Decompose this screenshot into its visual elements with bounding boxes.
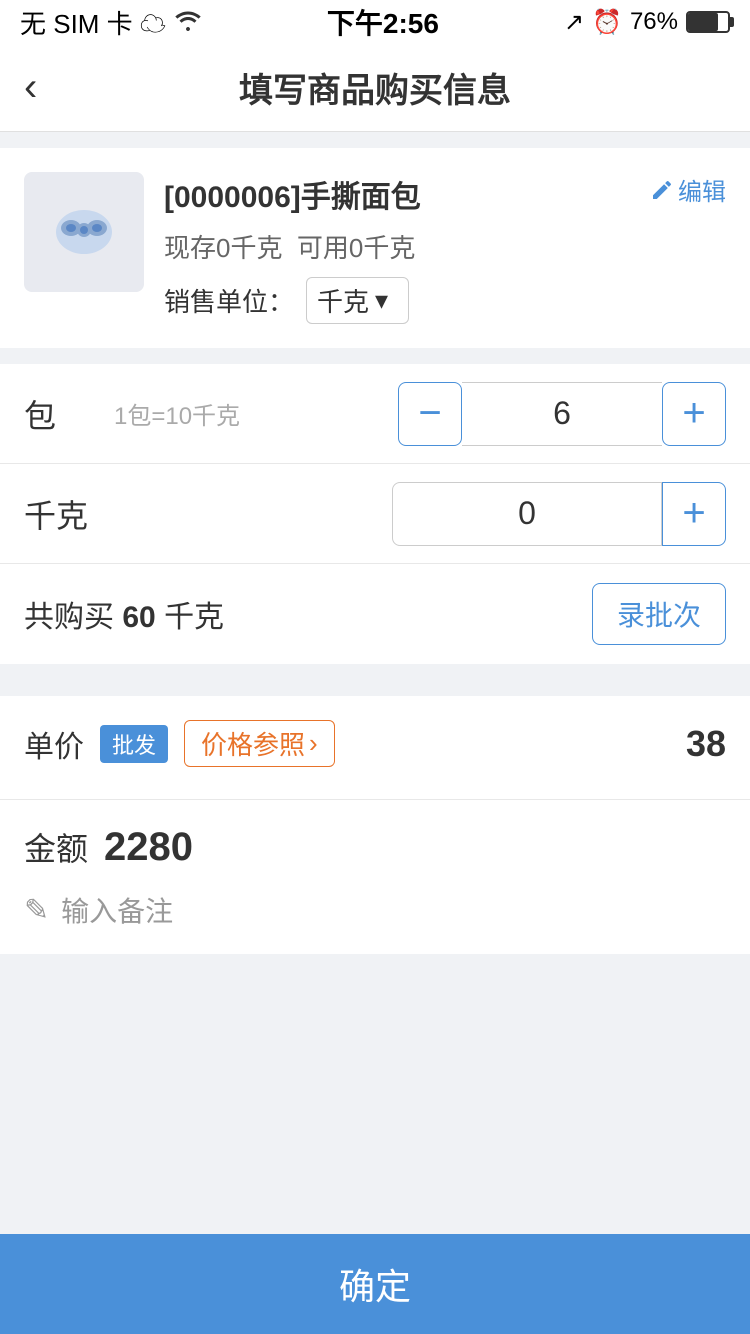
alarm-icon: ⏰ — [592, 8, 622, 37]
nav-bar: ‹ 填写商品购买信息 — [0, 44, 750, 132]
price-tag: 批发 — [100, 725, 168, 763]
product-name: [0000006]手撕面包 — [164, 172, 421, 216]
product-card: [0000006]手撕面包 编辑 现存0千克 可用0千克 销售单位： 千克 ▾ — [0, 148, 750, 348]
price-row: 单价 批发 价格参照 › 38 — [24, 720, 726, 767]
chevron-down-icon: ▾ — [375, 285, 388, 316]
kg-label: 千克 — [24, 491, 104, 537]
page-title: 填写商品购买信息 — [239, 63, 511, 112]
edit-button[interactable]: 编辑 — [650, 172, 726, 207]
kg-qty-input[interactable] — [392, 482, 662, 546]
kg-qty-control: + — [392, 482, 726, 546]
total-amount: 60 — [122, 601, 164, 634]
product-unit-row: 销售单位： 千克 ▾ — [164, 277, 726, 324]
amount-value: 2280 — [104, 825, 193, 870]
product-image — [24, 172, 144, 292]
price-section: 单价 批发 价格参照 › 38 — [0, 696, 750, 799]
bottom-spacer — [0, 954, 750, 1254]
amount-label: 金额 — [24, 824, 88, 870]
no-sim-label: 无 SIM 卡 ☁ — [20, 4, 166, 41]
price-value: 38 — [686, 723, 726, 765]
bao-minus-button[interactable]: − — [398, 382, 462, 446]
price-label: 单价 — [24, 722, 84, 766]
kg-plus-button[interactable]: + — [662, 482, 726, 546]
note-placeholder: 输入备注 — [61, 890, 173, 930]
status-bar: 无 SIM 卡 ☁ 下午2:56 ↗ ⏰ 76% — [0, 0, 750, 44]
wifi-icon — [174, 7, 202, 38]
product-stock: 现存0千克 可用0千克 — [164, 228, 726, 265]
battery-percent: 76% — [630, 8, 678, 36]
chevron-right-icon: › — [309, 728, 318, 759]
unit-select[interactable]: 千克 ▾ — [306, 277, 409, 324]
product-info: [0000006]手撕面包 编辑 现存0千克 可用0千克 销售单位： 千克 ▾ — [164, 172, 726, 324]
status-right: ↗ ⏰ 76% — [564, 8, 730, 37]
amount-row: 金额 2280 — [24, 824, 726, 870]
location-icon: ↗ — [564, 8, 584, 37]
price-ref-button[interactable]: 价格参照 › — [184, 720, 335, 767]
bao-hint: 1包=10千克 — [114, 396, 398, 431]
product-name-row: [0000006]手撕面包 编辑 — [164, 172, 726, 216]
bao-plus-button[interactable]: + — [662, 382, 726, 446]
confirm-bar[interactable]: 确定 — [0, 1234, 750, 1334]
unit-label: 销售单位： — [164, 282, 294, 319]
battery-icon — [686, 11, 730, 33]
input-section: 包 1包=10千克 − + 千克 + — [0, 364, 750, 564]
batch-button[interactable]: 录批次 — [592, 583, 726, 645]
pencil-icon: ✎ — [24, 893, 49, 928]
note-row[interactable]: ✎ 输入备注 — [24, 890, 726, 930]
bao-qty-control: − + — [398, 382, 726, 446]
back-button[interactable]: ‹ — [24, 65, 37, 110]
total-row: 共购买 60 千克 录批次 — [0, 564, 750, 664]
total-text: 共购买 60 千克 — [24, 592, 224, 636]
confirm-button[interactable]: 确定 — [339, 1258, 411, 1310]
status-time: 下午2:56 — [327, 2, 439, 42]
bao-qty-input[interactable] — [462, 382, 662, 446]
amount-section: 金额 2280 ✎ 输入备注 — [0, 799, 750, 954]
bao-row: 包 1包=10千克 − + — [0, 364, 750, 464]
status-left: 无 SIM 卡 ☁ — [20, 4, 202, 41]
kg-row: 千克 + — [0, 464, 750, 564]
section-separator-2 — [0, 664, 750, 680]
bao-label: 包 — [24, 391, 104, 437]
section-separator-1 — [0, 348, 750, 364]
